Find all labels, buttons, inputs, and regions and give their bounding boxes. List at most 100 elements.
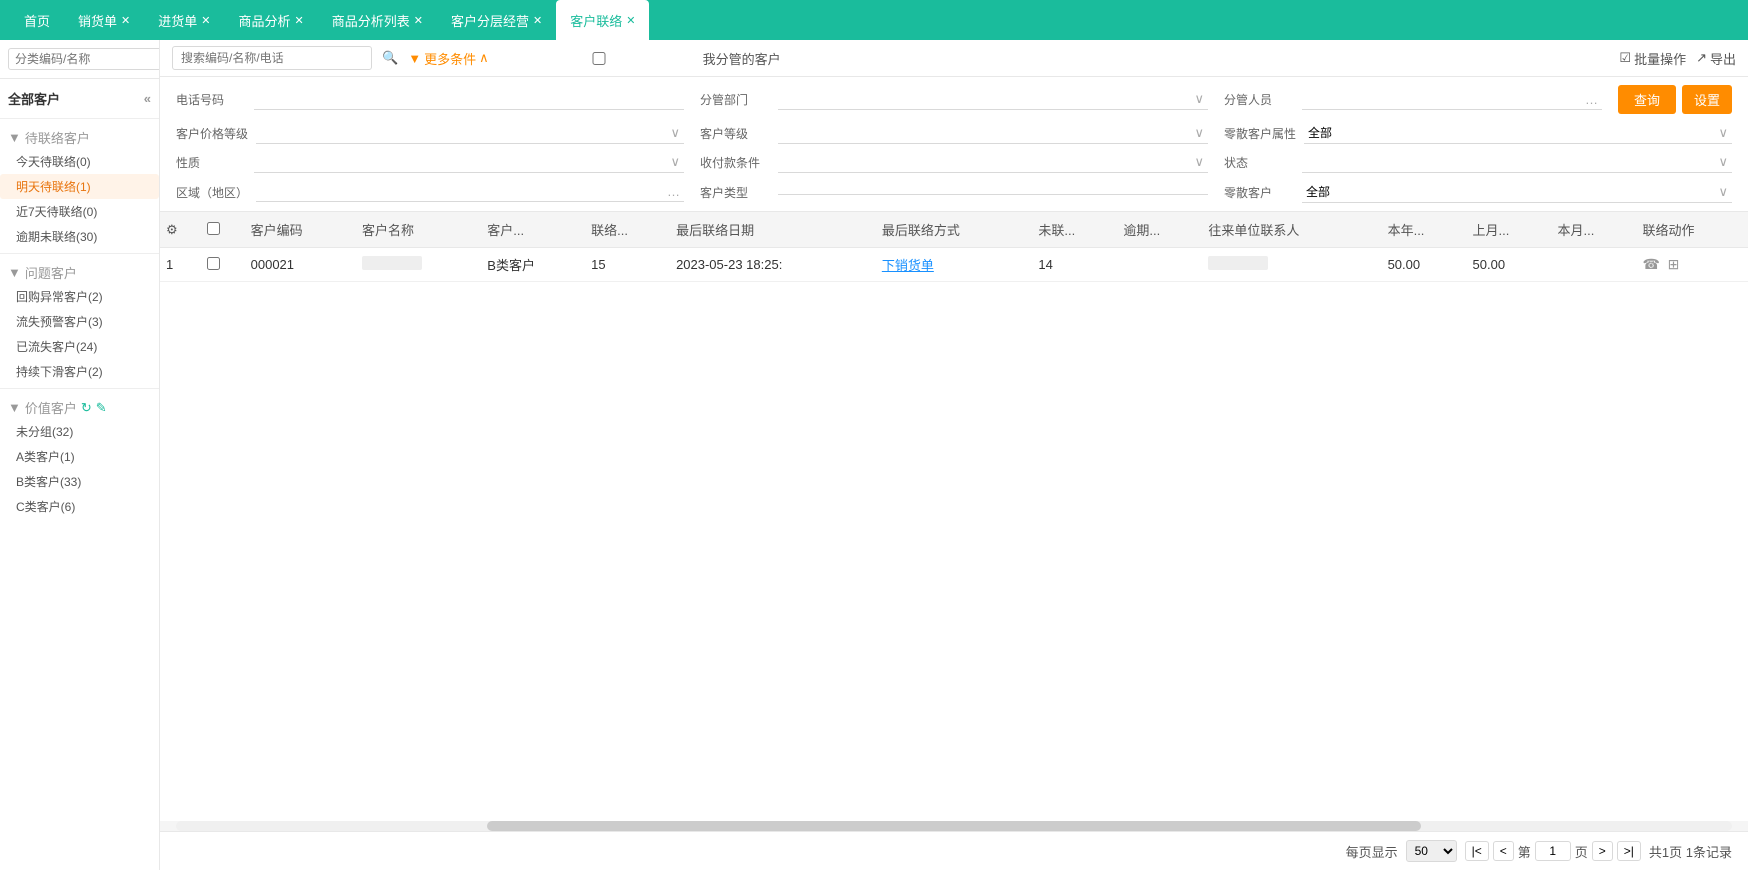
nav-purchase[interactable]: 进货单 ✕ [144,0,224,40]
dept-dropdown-icon: ∨ [1194,91,1204,107]
filter-phone-input[interactable] [254,89,684,110]
value-refresh-icon[interactable]: ↻ [81,400,92,416]
sidebar-a-class[interactable]: A类客户(1) [0,444,159,469]
sidebar-churn-warning[interactable]: 流失预警客户(3) [0,309,159,334]
col-header-check[interactable] [201,212,244,248]
page-number-input[interactable] [1535,841,1571,861]
nav-customer-tier[interactable]: 客户分层经营 ✕ [437,0,556,40]
col-header-not-contacted: 未联... [1032,212,1117,248]
my-customers-checkbox[interactable] [499,52,699,65]
customer-level-dropdown-icon: ∨ [1194,125,1204,141]
more-conditions-btn[interactable]: ▼ 更多条件 ∧ [408,49,488,68]
value-group-label: ▼ 价值客户 ↻ ✎ [0,393,159,419]
sidebar-tomorrow-pending[interactable]: 明天待联络(1) [0,174,159,199]
row-this-year: 50.00 [1382,248,1467,282]
collapse-icon[interactable]: « [144,91,151,106]
filter-customer-level-select[interactable]: ∨ [778,123,1208,144]
main-search-icon[interactable]: 🔍 [382,50,398,66]
action-more-icon[interactable]: ⊞ [1668,256,1680,273]
sidebar-ungrouped[interactable]: 未分组(32) [0,419,159,444]
main-search-input[interactable] [172,46,372,70]
nav-customer-contact[interactable]: 客户联络 ✕ [556,0,649,40]
row-checkbox-cell[interactable] [201,248,244,282]
filter-region-label: 区域（地区） [176,184,248,201]
settings-gear-icon[interactable]: ⚙ [166,222,178,237]
sidebar-c-class[interactable]: C类客户(6) [0,494,159,519]
row-last-contact-method[interactable]: 下销货单 [876,248,1033,282]
sidebar-churned[interactable]: 已流失客户(24) [0,334,159,359]
nav-close-product-analysis-list[interactable]: ✕ [414,14,423,27]
scrollbar-thumb[interactable] [487,821,1421,831]
filter-phone-row: 电话号码 [176,85,684,114]
all-customers-header: 全部客户 « [8,85,151,112]
check-icon: ☑ [1619,50,1631,66]
col-header-category: 客户... [481,212,585,248]
filter-gender-select[interactable]: ∨ [254,152,684,173]
filter-customer-type-select[interactable] [778,190,1208,195]
filter-retail-attr-select[interactable]: 全部 ∨ [1304,122,1732,144]
filter-region-select[interactable]: … [256,182,684,202]
customer-table: ⚙ 客户编码 客户名称 客户... 联络... 最后联络日期 最后联络方式 未联… [160,212,1748,282]
sidebar-overdue-pending[interactable]: 逾期未联络(30) [0,224,159,249]
all-customers-label: 全部客户 [8,89,60,108]
nav-close-sales[interactable]: ✕ [121,14,130,27]
problem-collapse-icon[interactable]: ▼ [8,265,21,280]
next-page-btn[interactable]: > [1592,841,1613,861]
first-page-btn[interactable]: |< [1465,841,1489,861]
row-contacts [1202,248,1381,282]
row-category: B类客户 [481,248,585,282]
row-this-month [1552,248,1637,282]
value-edit-icon[interactable]: ✎ [96,400,107,416]
filter-dept-label: 分管部门 [700,91,770,108]
nav-close-customer-contact[interactable]: ✕ [626,14,635,27]
row-last-contact-date: 2023-05-23 18:25: [670,248,876,282]
select-all-checkbox[interactable] [207,222,220,235]
col-header-overdue: 逾期... [1117,212,1202,248]
filter-status-select[interactable]: ∨ [1302,152,1732,173]
action-phone-icon[interactable]: ☎ [1642,256,1659,273]
sidebar-repurchase-abnormal[interactable]: 回购异常客户(2) [0,284,159,309]
filter-payment-select[interactable]: ∨ [778,152,1208,173]
sidebar-week-pending[interactable]: 近7天待联络(0) [0,199,159,224]
settings-button[interactable]: 设置 [1682,85,1732,114]
filter-price-level-select[interactable]: ∨ [256,123,684,144]
prev-page-btn[interactable]: < [1493,841,1514,861]
row-checkbox[interactable] [207,257,220,270]
horizontal-scrollbar[interactable] [176,821,1732,831]
filter-payment-label: 收付款条件 [700,154,770,171]
filter-price-level-label: 客户价格等级 [176,125,248,142]
total-records: 共1页 1条记录 [1649,842,1732,861]
batch-operation-btn[interactable]: ☑ 批量操作 [1619,49,1686,68]
filter-dept-select[interactable]: ∨ [778,89,1208,110]
pending-collapse-icon[interactable]: ▼ [8,130,21,145]
nav-sales[interactable]: 销货单 ✕ [64,0,144,40]
all-customers-section: 全部客户 « [0,79,159,114]
main-layout: 🔍 全部客户 « ▼ 待联络客户 今天待联络(0) 明天待联络(1) 近7天待联… [0,40,1748,870]
per-page-select[interactable]: 50 100 200 [1406,840,1457,862]
sidebar-today-pending[interactable]: 今天待联络(0) [0,149,159,174]
row-index: 1 [160,248,201,282]
retail-customer-dropdown-icon: ∨ [1718,184,1728,200]
nav-product-analysis-list[interactable]: 商品分析列表 ✕ [318,0,437,40]
value-collapse-icon[interactable]: ▼ [8,400,21,415]
my-customers-checkbox-label[interactable]: 我分管的客户 [499,49,781,68]
col-header-last-month: 上月... [1467,212,1552,248]
nav-close-customer-tier[interactable]: ✕ [533,14,542,27]
col-header-settings[interactable]: ⚙ [160,212,201,248]
row-last-month: 50.00 [1467,248,1552,282]
nav-home[interactable]: 首页 [10,0,64,40]
export-btn[interactable]: ↗ 导出 [1696,49,1736,68]
query-button[interactable]: 查询 [1618,85,1676,114]
filter-retail-customer-select[interactable]: 全部 ∨ [1302,181,1732,203]
sidebar-b-class[interactable]: B类客户(33) [0,469,159,494]
last-contact-method-link[interactable]: 下销货单 [882,258,934,273]
nav-close-product-analysis[interactable]: ✕ [295,14,304,27]
filter-person-select[interactable]: … [1302,90,1602,110]
nav-product-analysis[interactable]: 商品分析 ✕ [224,0,317,40]
last-page-btn[interactable]: >| [1617,841,1641,861]
pagination: |< < 第 页 > >| [1465,841,1641,861]
sidebar-declining[interactable]: 持续下滑客户(2) [0,359,159,384]
sidebar-search-input[interactable] [8,48,160,70]
nav-close-purchase[interactable]: ✕ [201,14,210,27]
payment-dropdown-icon: ∨ [1194,154,1204,170]
